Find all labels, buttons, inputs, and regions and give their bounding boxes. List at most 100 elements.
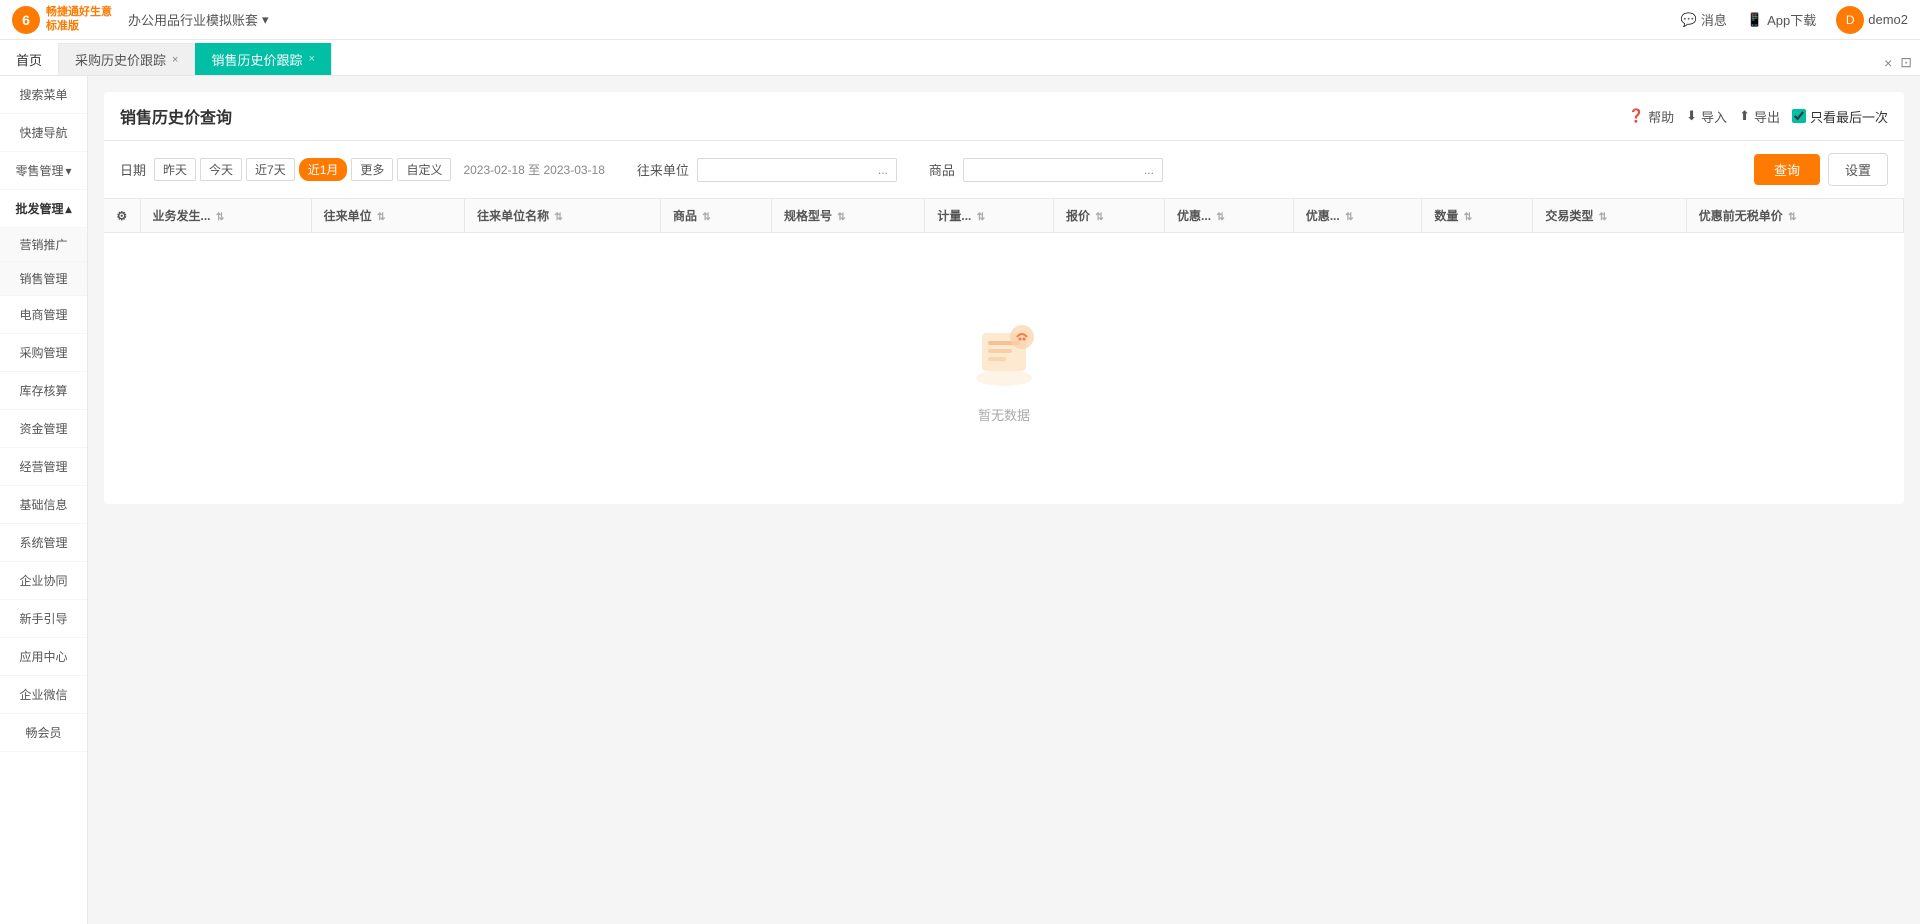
settings-button[interactable]: 设置	[1828, 153, 1888, 186]
sort-pre-tax-price-icon: ⇅	[1788, 212, 1796, 223]
date-filter-label: 日期	[120, 160, 146, 179]
settings-gear-icon[interactable]: ⚙	[116, 209, 127, 223]
sort-goods-icon: ⇅	[702, 212, 710, 223]
date-filter-group: 日期 昨天 今天 近7天 近1月 更多 自定义 2023-02-18 至 202…	[120, 158, 605, 181]
goods-input[interactable]: ...	[963, 158, 1163, 182]
sort-spec-icon: ⇅	[837, 212, 845, 223]
app-download-action[interactable]: 📱 App下载	[1747, 10, 1816, 29]
import-icon: ⬇	[1686, 108, 1697, 124]
th-trade-type[interactable]: 交易类型 ⇅	[1533, 199, 1686, 233]
empty-icon	[964, 313, 1044, 393]
sidebar-item-system-mgmt[interactable]: 系统管理	[0, 524, 87, 562]
user-name: demo2	[1868, 12, 1908, 27]
sort-partner-code-icon: ⇅	[377, 212, 385, 223]
maximize-icon[interactable]: ⊡	[1900, 54, 1912, 71]
close-window-icon[interactable]: ×	[1884, 55, 1892, 71]
header-right: 💬 消息 📱 App下载 D demo2	[1681, 6, 1908, 34]
partner-filter-label: 往来单位	[637, 160, 689, 179]
th-goods[interactable]: 商品 ⇅	[660, 199, 771, 233]
sidebar-item-new-guide[interactable]: 新手引导	[0, 600, 87, 638]
tab-home[interactable]: 首页	[0, 43, 59, 75]
sidebar-item-member-benefits[interactable]: 畅会员	[0, 714, 87, 752]
tab-purchase-history[interactable]: 采购历史价跟踪 ×	[59, 43, 195, 75]
table-header-row: ⚙ 业务发生... ⇅ 往来单位 ⇅ 往来单位名称	[104, 199, 1904, 233]
header-title-area: 办公用品行业模拟账套 ▾	[128, 10, 269, 29]
import-action[interactable]: ⬇ 导入	[1686, 107, 1727, 126]
sidebar-item-quick-nav[interactable]: 快捷导航	[0, 114, 87, 152]
sidebar-item-enterprise-collab[interactable]: 企业协同	[0, 562, 87, 600]
date-btn-more[interactable]: 更多	[351, 158, 393, 181]
goods-filter-label: 商品	[929, 160, 955, 179]
app-title-dropdown[interactable]: 办公用品行业模拟账套 ▾	[128, 10, 269, 29]
main-layout: 搜索菜单 快捷导航 零售管理 ▾ 批发管理 ▴ 营销推广 销售管理 电商管理 采…	[0, 76, 1920, 924]
data-table: ⚙ 业务发生... ⇅ 往来单位 ⇅ 往来单位名称	[104, 199, 1904, 233]
retail-arrow-icon: ▾	[65, 164, 71, 178]
sort-trade-type-icon: ⇅	[1599, 212, 1607, 223]
th-settings[interactable]: ⚙	[104, 199, 140, 233]
sidebar-item-finance-mgmt[interactable]: 资金管理	[0, 410, 87, 448]
page-container: 销售历史价查询 ❓ 帮助 ⬇ 导入 ⬆ 导出	[104, 92, 1904, 504]
goods-filter-area: 商品 ...	[929, 158, 1163, 182]
sidebar-item-operations-mgmt[interactable]: 经营管理	[0, 448, 87, 486]
th-unit[interactable]: 计量... ⇅	[925, 199, 1054, 233]
header-left: 6 畅捷通好生意 标准版 办公用品行业模拟账套 ▾	[12, 6, 269, 34]
tab-bar: 首页 采购历史价跟踪 × 销售历史价跟踪 × × ⊡	[0, 40, 1920, 76]
sidebar-item-retail-mgmt[interactable]: 零售管理 ▾	[0, 152, 87, 190]
table-container: ⚙ 业务发生... ⇅ 往来单位 ⇅ 往来单位名称	[104, 199, 1904, 504]
tab-close-sales[interactable]: ×	[308, 53, 314, 65]
th-pre-tax-price[interactable]: 优惠前无税单价 ⇅	[1686, 199, 1903, 233]
th-discount1[interactable]: 优惠... ⇅	[1165, 199, 1294, 233]
goods-input-dots[interactable]: ...	[1144, 163, 1154, 177]
th-quantity[interactable]: 数量 ⇅	[1422, 199, 1533, 233]
avatar-initial: D	[1846, 13, 1855, 27]
message-action[interactable]: 💬 消息	[1681, 10, 1727, 29]
sidebar-item-inventory-check[interactable]: 库存核算	[0, 372, 87, 410]
date-btn-1month[interactable]: 近1月	[299, 158, 348, 181]
last-only-checkbox[interactable]	[1792, 109, 1806, 123]
th-discount2[interactable]: 优惠... ⇅	[1293, 199, 1422, 233]
sort-quoted-price-icon: ⇅	[1095, 212, 1103, 223]
query-button[interactable]: 查询	[1754, 154, 1820, 185]
date-buttons: 昨天 今天 近7天 近1月 更多 自定义	[154, 158, 451, 181]
logo-icon: 6	[12, 6, 40, 34]
export-action[interactable]: ⬆ 导出	[1739, 107, 1780, 126]
sidebar-sub-item-sales-mgmt[interactable]: 销售管理	[0, 262, 87, 296]
th-partner-code[interactable]: 往来单位 ⇅	[311, 199, 464, 233]
page-header: 销售历史价查询 ❓ 帮助 ⬇ 导入 ⬆ 导出	[104, 92, 1904, 141]
tab-close-purchase[interactable]: ×	[172, 54, 178, 66]
sidebar-item-basic-info[interactable]: 基础信息	[0, 486, 87, 524]
th-quoted-price[interactable]: 报价 ⇅	[1054, 199, 1165, 233]
sidebar-item-ecommerce-mgmt[interactable]: 电商管理	[0, 296, 87, 334]
th-biz-date[interactable]: 业务发生... ⇅	[140, 199, 311, 233]
partner-input[interactable]: ...	[697, 158, 897, 182]
th-spec[interactable]: 规格型号 ⇅	[771, 199, 924, 233]
tab-sales-history[interactable]: 销售历史价跟踪 ×	[195, 43, 331, 75]
sidebar-item-search-menu[interactable]: 搜索菜单	[0, 76, 87, 114]
sort-partner-name-icon: ⇅	[554, 212, 562, 223]
message-icon: 💬	[1681, 12, 1697, 28]
partner-input-dots[interactable]: ...	[878, 163, 888, 177]
wholesale-arrow-icon: ▴	[65, 202, 71, 216]
th-partner-name[interactable]: 往来单位名称 ⇅	[465, 199, 661, 233]
help-action[interactable]: ❓ 帮助	[1628, 107, 1674, 126]
sidebar-item-app-center[interactable]: 应用中心	[0, 638, 87, 676]
date-btn-yesterday[interactable]: 昨天	[154, 158, 196, 181]
date-btn-today[interactable]: 今天	[200, 158, 242, 181]
sidebar-sub-item-sales-promo[interactable]: 营销推广	[0, 228, 87, 262]
sort-discount2-icon: ⇅	[1345, 212, 1353, 223]
sidebar-item-enterprise-wechat[interactable]: 企业微信	[0, 676, 87, 714]
sort-biz-date-icon: ⇅	[216, 212, 224, 223]
last-only-checkbox-area: 只看最后一次	[1792, 107, 1888, 126]
logo-area: 6 畅捷通好生意 标准版	[12, 6, 112, 34]
empty-text: 暂无数据	[978, 405, 1030, 424]
avatar[interactable]: D	[1836, 6, 1864, 34]
sidebar-item-wholesale-mgmt[interactable]: 批发管理 ▴	[0, 190, 87, 228]
user-avatar-area[interactable]: D demo2	[1836, 6, 1908, 34]
partner-filter-area: 往来单位 ...	[637, 158, 897, 182]
date-btn-7days[interactable]: 近7天	[246, 158, 295, 181]
help-icon: ❓	[1628, 108, 1644, 124]
date-range-display: 2023-02-18 至 2023-03-18	[463, 161, 604, 178]
date-btn-custom[interactable]: 自定义	[397, 158, 451, 181]
sidebar-item-purchase-mgmt[interactable]: 采购管理	[0, 334, 87, 372]
sort-quantity-icon: ⇅	[1464, 212, 1472, 223]
